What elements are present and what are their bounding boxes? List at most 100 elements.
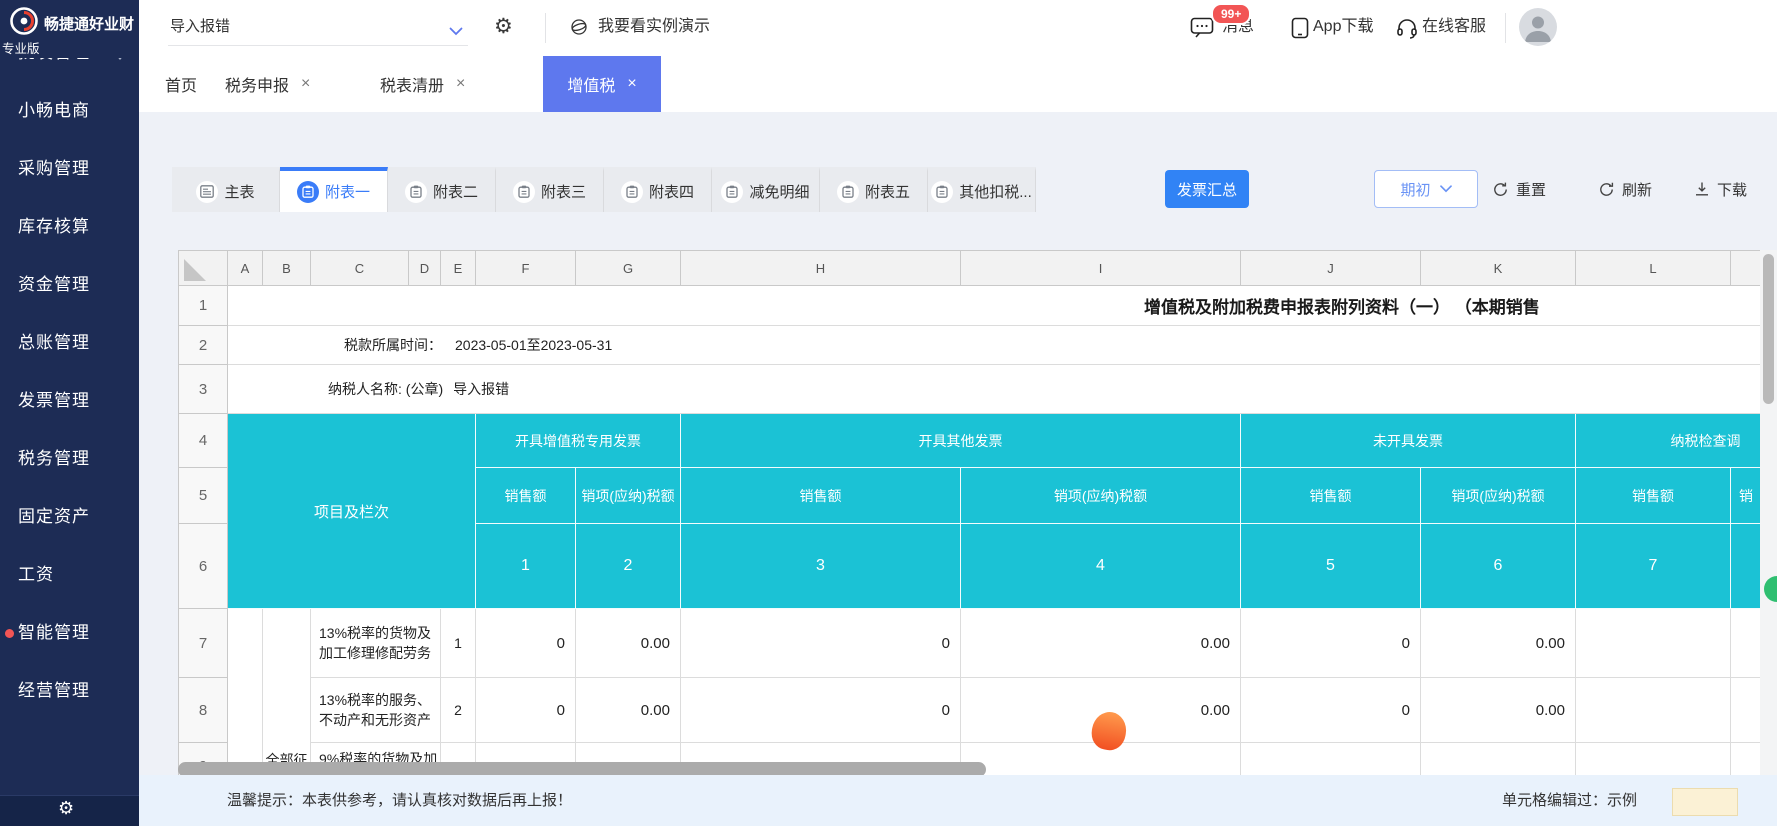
header-sub-6[interactable]: 销售额 (476, 468, 576, 524)
row-header-8[interactable]: 8 (179, 678, 228, 743)
cell-value-7-0[interactable]: 0 (476, 609, 576, 678)
tab-3[interactable]: 增值税 × (543, 56, 661, 112)
close-icon[interactable]: × (627, 75, 636, 93)
cell-value-8-2[interactable]: 0 (681, 678, 961, 743)
cell-value-8-1[interactable]: 0.00 (576, 678, 681, 743)
cell-value-7-2[interactable]: 0 (681, 609, 961, 678)
app-download-link[interactable]: App下载 (1313, 0, 1373, 54)
col-header-8[interactable]: H (681, 251, 961, 286)
subtab-3[interactable]: 附表三 (496, 167, 604, 212)
subtab-2[interactable]: 附表二 (388, 167, 496, 212)
reset-button[interactable]: 重置 (1492, 170, 1546, 208)
cell-value-7-4[interactable]: 0 (1241, 609, 1421, 678)
headset-icon[interactable] (1396, 17, 1418, 44)
cell-line-8[interactable]: 2 (441, 678, 476, 743)
cell-9-10[interactable] (1241, 743, 1421, 778)
cell-L8[interactable] (1576, 678, 1731, 743)
close-icon[interactable]: × (456, 75, 465, 93)
tab-1[interactable]: 税务申报 × (225, 56, 310, 112)
sidebar-item-1[interactable]: 小畅电商 (0, 82, 139, 140)
cell-9-13[interactable] (1731, 743, 1761, 778)
col-header-11[interactable]: K (1421, 251, 1576, 286)
header-sub-13[interactable]: 销 (1731, 468, 1761, 524)
col-header-7[interactable]: G (576, 251, 681, 286)
subtab-5[interactable]: 减免明细 (712, 167, 820, 212)
cell-item-8[interactable]: 13%税率的服务、不动产和无形资产 (311, 678, 441, 743)
col-header-12[interactable]: L (1576, 251, 1731, 286)
sidebar-item-5[interactable]: 总账管理 (0, 314, 139, 372)
vertical-scrollbar-thumb[interactable] (1763, 254, 1774, 404)
row-header-5[interactable]: 5 (179, 468, 228, 524)
gear-icon[interactable]: ⚙ (58, 798, 74, 819)
tab-2[interactable]: 税表清册 × (380, 56, 465, 112)
header-group-2[interactable]: 开具其他发票 (681, 414, 1241, 468)
header-colnum-9[interactable]: 4 (961, 524, 1241, 609)
cell-value-7-3[interactable]: 0.00 (961, 609, 1241, 678)
refresh-button[interactable]: 刷新 (1598, 170, 1652, 208)
col-header-13[interactable] (1731, 251, 1761, 286)
subtab-0[interactable]: 主表 (172, 167, 280, 212)
header-item-col[interactable]: 项目及栏次 (228, 414, 476, 609)
subtab-6[interactable]: 附表五 (820, 167, 928, 212)
header-sub-8[interactable]: 销售额 (681, 468, 961, 524)
cell-A7[interactable] (228, 609, 263, 778)
row-header-4[interactable]: 4 (179, 414, 228, 468)
col-header-4[interactable]: D (409, 251, 441, 286)
header-colnum-13[interactable] (1731, 524, 1761, 609)
row-header-1[interactable]: 1 (179, 286, 228, 326)
header-sub-11[interactable]: 销项(应纳)税额 (1421, 468, 1576, 524)
cell-value-7-5[interactable]: 0.00 (1421, 609, 1576, 678)
header-colnum-7[interactable]: 2 (576, 524, 681, 609)
phone-icon[interactable] (1291, 17, 1309, 44)
header-colnum-12[interactable]: 7 (1576, 524, 1731, 609)
cell-value-8-5[interactable]: 0.00 (1421, 678, 1576, 743)
avatar[interactable] (1519, 8, 1557, 46)
col-header-1[interactable]: A (228, 251, 263, 286)
header-group-1[interactable]: 开具增值税专用发票 (476, 414, 681, 468)
row-header-6[interactable]: 6 (179, 524, 228, 609)
header-group-4[interactable]: 纳税检查调 (1576, 414, 1761, 468)
col-header-9[interactable]: I (961, 251, 1241, 286)
cell-item-7[interactable]: 13%税率的货物及加工修理修配劳务 (311, 609, 441, 678)
cell-value-7-1[interactable]: 0.00 (576, 609, 681, 678)
tab-0[interactable]: 首页 (165, 56, 197, 112)
col-header-6[interactable]: F (476, 251, 576, 286)
header-colnum-11[interactable]: 6 (1421, 524, 1576, 609)
header-sub-9[interactable]: 销项(应纳)税额 (961, 468, 1241, 524)
download-button[interactable]: 下载 (1694, 170, 1747, 208)
sidebar-item-11[interactable]: 经营管理 (0, 662, 139, 720)
period-select[interactable]: 期初 (1374, 170, 1478, 208)
header-colnum-8[interactable]: 3 (681, 524, 961, 609)
row-header-2[interactable]: 2 (179, 326, 228, 365)
header-sub-10[interactable]: 销售额 (1241, 468, 1421, 524)
header-colnum-6[interactable]: 1 (476, 524, 576, 609)
chevron-down-icon[interactable] (449, 23, 463, 41)
cell-M8[interactable] (1731, 678, 1761, 743)
close-icon[interactable]: × (301, 75, 310, 93)
title-row[interactable]: 增值税及附加税费申报表附列资料（一） （本期销售 (228, 286, 1761, 326)
sidebar-item-9[interactable]: 工资 (0, 546, 139, 604)
vertical-scrollbar-track[interactable] (1760, 250, 1777, 777)
sidebar-item-8[interactable]: 固定资产 (0, 488, 139, 546)
sidebar-item-2[interactable]: 采购管理 (0, 140, 139, 198)
subtab-4[interactable]: 附表四 (604, 167, 712, 212)
sidebar-item-7[interactable]: 税务管理 (0, 430, 139, 488)
col-header-3[interactable]: C (311, 251, 409, 286)
col-header-2[interactable]: B (263, 251, 311, 286)
sidebar-item-3[interactable]: 库存核算 (0, 198, 139, 256)
period-row[interactable]: 税款所属时间： 2023-05-01至2023-05-31 (228, 326, 1761, 365)
row-header-7[interactable]: 7 (179, 609, 228, 678)
cell-group-B7[interactable]: 全部征 (263, 609, 311, 778)
sidebar-item-6[interactable]: 发票管理 (0, 372, 139, 430)
header-colnum-10[interactable]: 5 (1241, 524, 1421, 609)
gear-icon[interactable]: ⚙ (494, 14, 513, 39)
message-icon[interactable] (1190, 17, 1214, 44)
demo-link[interactable]: 我要看实例演示 (598, 0, 710, 54)
select-all-corner[interactable] (179, 251, 228, 286)
invoice-summary-button[interactable]: 发票汇总 (1165, 170, 1249, 208)
subtab-1[interactable]: 附表一 (280, 167, 388, 212)
col-header-5[interactable]: E (441, 251, 476, 286)
subtab-7[interactable]: 其他扣税... (928, 167, 1036, 212)
online-support-link[interactable]: 在线客服 (1422, 0, 1486, 54)
row-header-3[interactable]: 3 (179, 365, 228, 414)
